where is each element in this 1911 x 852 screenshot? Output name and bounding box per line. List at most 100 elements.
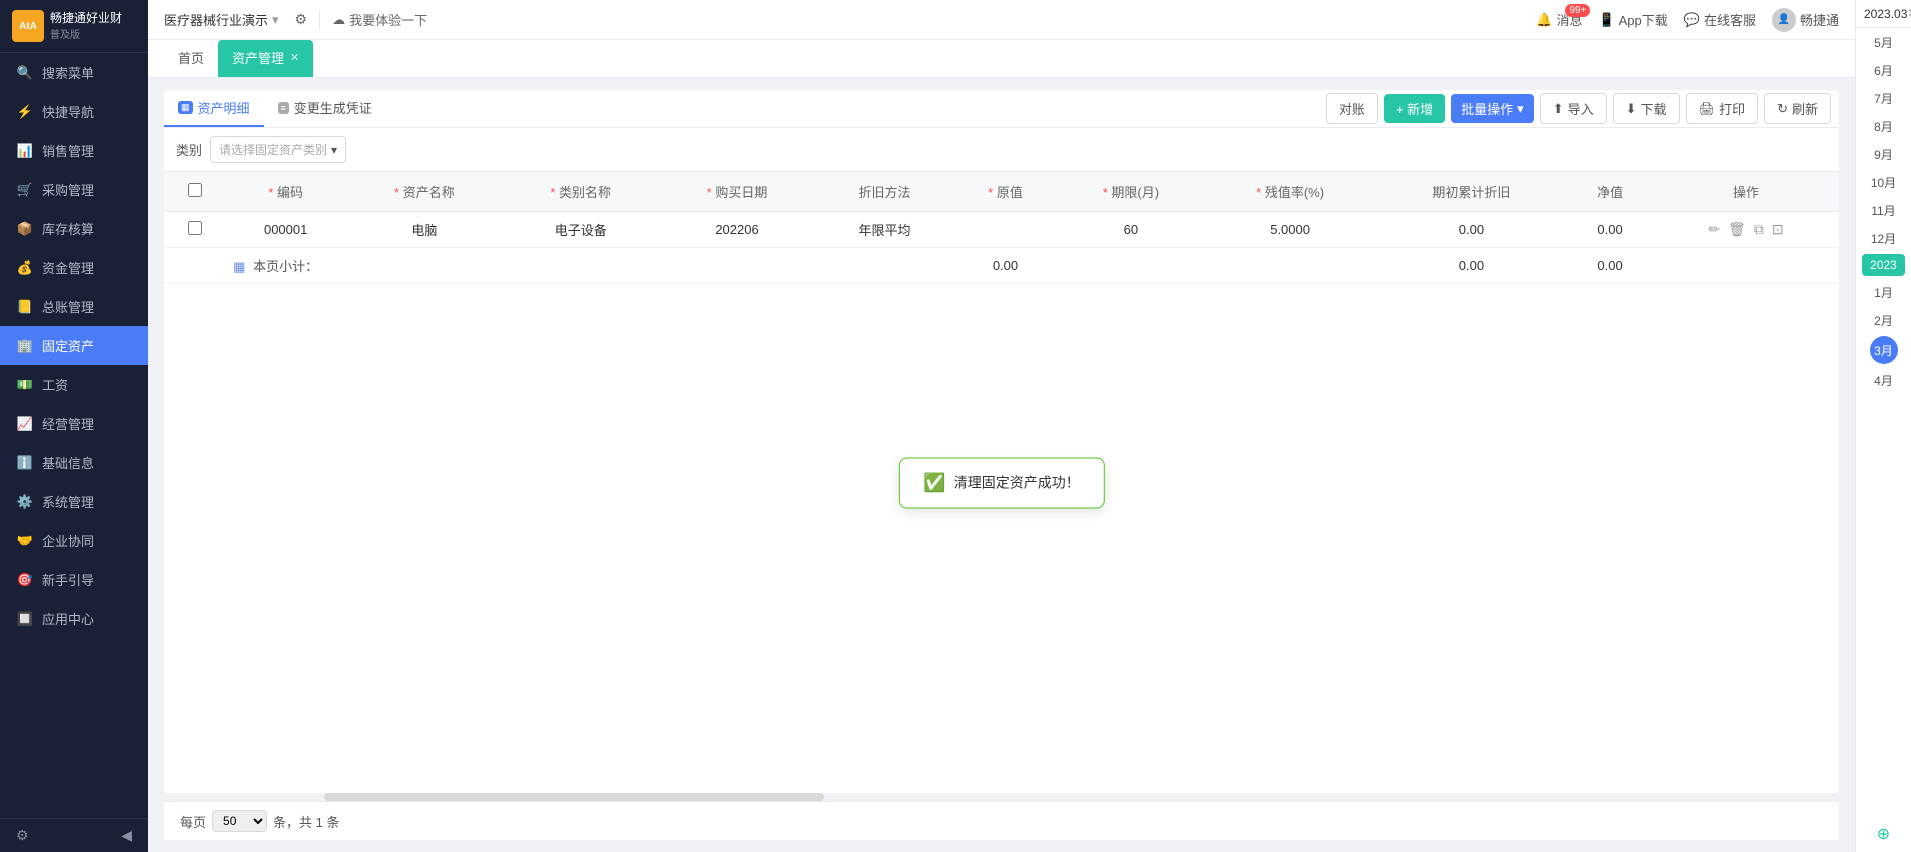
month-9[interactable]: 9月 [1856,140,1911,168]
panel-bottom-icon[interactable]: ⊕ [1856,816,1911,852]
topbar-experience[interactable]: ☁ 我要体验一下 [332,10,427,29]
user-menu[interactable]: 👤 畅捷通 [1772,8,1839,32]
sidebar-item-purchase[interactable]: 🛒 采购管理 [0,170,148,209]
sidebar-item-quick-nav[interactable]: ⚡ 快捷导航 [0,92,148,131]
collapse-icon[interactable]: ◀ [121,827,132,844]
copy-icon[interactable]: ⧉ [1754,221,1764,238]
sidebar-item-inventory[interactable]: 📦 库存核算 [0,209,148,248]
cell-residual-rate: 5.0000 [1205,212,1376,248]
sidebar: AtA 畅捷通好业财 普及版 🔍 搜索菜单 ⚡ 快捷导航 📊 销售管理 🛒 采购… [0,0,148,852]
sub-tab-asset-detail[interactable]: ▦ 资产明细 [164,90,264,127]
cell-period: 60 [1057,212,1204,248]
sidebar-item-enterprise[interactable]: 🤝 企业协同 [0,521,148,560]
horizontal-scrollbar[interactable] [164,793,1839,801]
sidebar-item-system[interactable]: ⚙️ 系统管理 [0,482,148,521]
month-11[interactable]: 11月 [1856,196,1911,224]
sidebar-item-operations[interactable]: 📈 经营管理 [0,404,148,443]
new-button[interactable]: + 新增 [1384,94,1445,123]
app-download-button[interactable]: 📱 App下载 [1598,10,1667,29]
month-6[interactable]: 6月 [1856,56,1911,84]
refresh-button[interactable]: ↻ 刷新 [1764,93,1831,124]
sidebar-nav: 🔍 搜索菜单 ⚡ 快捷导航 📊 销售管理 🛒 采购管理 📦 库存核算 💰 资金管… [0,53,148,818]
print-button[interactable]: 🖨 打印 [1686,93,1759,124]
topbar-separator [319,10,320,30]
month-5[interactable]: 5月 [1856,28,1911,56]
month-1[interactable]: 1月 [1856,278,1911,306]
sidebar-item-basic-info[interactable]: ℹ️ 基础信息 [0,443,148,482]
th-actions: 操作 [1653,172,1839,212]
sidebar-item-fixed-assets[interactable]: 🏢 固定资产 [0,326,148,365]
sidebar-item-app-center[interactable]: 🔲 应用中心 [0,599,148,638]
settings-icon[interactable]: ⚙ [16,827,29,844]
fixed-assets-icon: 🏢 [16,337,34,355]
th-residual-rate: 残值率(%) [1205,172,1376,212]
tab-close-icon[interactable]: ✕ [290,51,299,64]
topbar-gear-icon[interactable]: ⚙ [295,11,308,28]
sub-tab-change-voucher[interactable]: ≡ 变更生成凭证 [264,90,386,127]
month-4[interactable]: 4月 [1856,366,1911,394]
sidebar-item-funds[interactable]: 💰 资金管理 [0,248,148,287]
home-tab-label: 首页 [178,48,204,67]
sub-tab-label: 变更生成凭证 [294,98,372,117]
basic-info-icon: ℹ️ [16,454,34,472]
sidebar-item-label: 资金管理 [42,258,94,277]
sidebar-item-label: 搜索菜单 [42,63,94,82]
main-area: 医疗器械行业演示 ▾ ⚙ ☁ 我要体验一下 🔔 消息 99+ 📱 App下载 💬… [148,0,1855,852]
right-panel-header: 2023.03 ✕ ⤢ [1856,0,1911,28]
tabs-bar: 首页 资产管理 ✕ [148,40,1855,78]
subtotal-label: 本页小计： [253,259,318,274]
online-service-button[interactable]: 💬 在线客服 [1684,10,1756,29]
sidebar-item-search[interactable]: 🔍 搜索菜单 [0,53,148,92]
edit-icon[interactable]: ✏ [1708,221,1720,238]
search-icon: 🔍 [16,64,34,82]
sidebar-item-payroll[interactable]: 💵 工资 [0,365,148,404]
sidebar-item-guide[interactable]: 🎯 新手引导 [0,560,148,599]
year-2023-tag[interactable]: 2023 [1862,254,1905,276]
per-page-select[interactable]: 50 100 [212,810,267,832]
month-7[interactable]: 7月 [1856,84,1911,112]
sidebar-item-ledger[interactable]: 📒 总账管理 [0,287,148,326]
notification-badge: 99+ [1565,4,1590,17]
toast-message: 清理固定资产成功！ [954,473,1080,493]
scrollbar-thumb[interactable] [324,793,824,801]
download-button[interactable]: ⬇ 下载 [1613,93,1680,124]
logo-abbr: AtA [19,21,37,32]
reconcile-button[interactable]: 对账 [1326,93,1378,124]
payroll-icon: 💵 [16,376,34,394]
month-10[interactable]: 10月 [1856,168,1911,196]
filter-row: 类别 请选择固定资产类别 ▾ [164,128,1839,172]
month-12[interactable]: 12月 [1856,224,1911,252]
sidebar-item-label: 固定资产 [42,336,94,355]
total-label: 条，共 1 条 [273,812,339,831]
sidebar-item-sales[interactable]: 📊 销售管理 [0,131,148,170]
success-toast: ✅ 清理固定资产成功！ [898,457,1104,508]
refresh-icon: ↻ [1777,101,1788,117]
delete-icon[interactable]: 🗑 [1728,221,1746,238]
cell-subtotal-checkbox [164,248,225,284]
select-all-checkbox[interactable] [188,183,202,197]
th-code: 编码 [225,172,346,212]
tab-asset-mgmt[interactable]: 资产管理 ✕ [218,40,313,77]
cell-purchase-date: 202206 [659,212,815,248]
th-name: 资产名称 [346,172,502,212]
row-checkbox[interactable] [188,221,202,235]
notifications-button[interactable]: 🔔 消息 99+ [1536,10,1582,29]
category-filter[interactable]: 请选择固定资产类别 ▾ [210,136,346,163]
month-8[interactable]: 8月 [1856,112,1911,140]
operations-icon: 📈 [16,415,34,433]
batch-button[interactable]: 批量操作 ▾ [1451,94,1534,123]
cell-subtotal-actions [1653,248,1839,284]
company-name: 医疗器械行业演示 ▾ [164,10,279,29]
more-icon[interactable]: ⊡ [1772,221,1784,238]
sidebar-item-label: 应用中心 [42,609,94,628]
tab-home[interactable]: 首页 [164,40,218,77]
success-icon: ✅ [923,472,945,493]
month-3-active[interactable]: 3月 [1870,336,1898,364]
month-2[interactable]: 2月 [1856,306,1911,334]
sidebar-item-label: 库存核算 [42,219,94,238]
import-icon: ⬆ [1553,101,1564,117]
sidebar-item-label: 快捷导航 [42,102,94,121]
panel-close-icon[interactable]: ✕ [1907,6,1911,21]
import-button[interactable]: ⬆ 导入 [1540,93,1607,124]
sidebar-item-label: 基础信息 [42,453,94,472]
